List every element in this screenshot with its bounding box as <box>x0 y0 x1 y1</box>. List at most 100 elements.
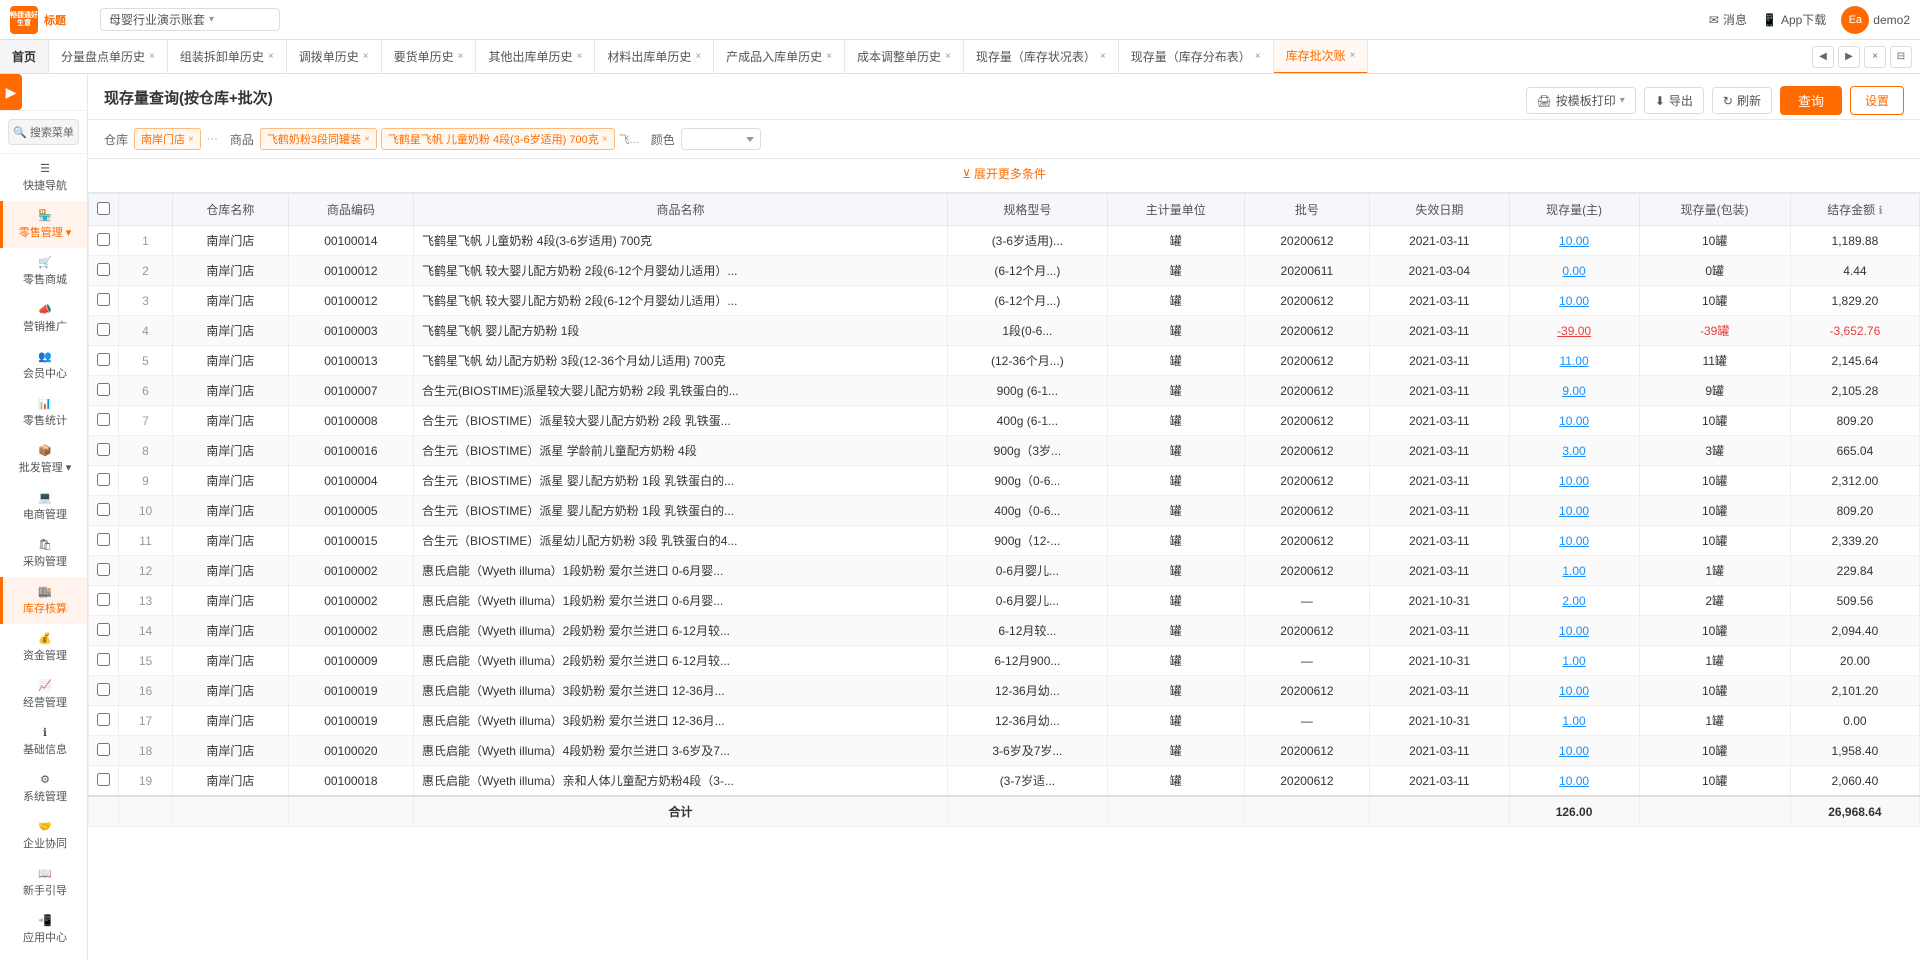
product-tag-2[interactable]: 飞鹤星飞帆 儿童奶粉 4段(3-6岁适用) 700克 × <box>381 128 615 150</box>
tab-1[interactable]: 分量盘点单历史 × <box>49 40 168 74</box>
tab-9[interactable]: 现存量（库存状况表） × <box>964 40 1119 74</box>
row-checkbox[interactable] <box>97 653 110 666</box>
tab-7[interactable]: 产成品入库单历史 × <box>714 40 845 74</box>
row-checkbox[interactable] <box>97 623 110 636</box>
company-select[interactable]: 母婴行业演示账套 ▾ <box>100 8 280 31</box>
tab-home[interactable]: 首页 <box>0 40 49 74</box>
product-tag-1[interactable]: 飞鹤奶粉3段同罐装 × <box>260 128 377 150</box>
sidebar-item-basic[interactable]: ℹ 基础信息 <box>0 718 87 765</box>
select-all-checkbox[interactable] <box>97 202 110 215</box>
sidebar-item-retail-stats[interactable]: 📊 零售统计 <box>0 389 87 436</box>
cell-stock-main[interactable]: 1.00 <box>1509 556 1639 586</box>
color-select[interactable] <box>681 128 761 150</box>
tab-6-close[interactable]: × <box>695 51 701 62</box>
sidebar-nav-btn[interactable]: ☰ 快捷导航 <box>0 154 87 201</box>
tab-1-close[interactable]: × <box>149 51 155 62</box>
cell-stock-main[interactable]: 10.00 <box>1509 736 1639 766</box>
row-checkbox[interactable] <box>97 773 110 786</box>
row-checkbox[interactable] <box>97 323 110 336</box>
sidebar-item-retail[interactable]: 🏪 零售管理 ▾ <box>0 201 87 248</box>
tab-8-close[interactable]: × <box>945 51 951 62</box>
sidebar-item-system[interactable]: ⚙ 系统管理 <box>0 765 87 812</box>
cell-stock-main[interactable]: 10.00 <box>1509 406 1639 436</box>
cell-stock-main[interactable]: 10.00 <box>1509 526 1639 556</box>
cell-stock-main[interactable]: 10.00 <box>1509 676 1639 706</box>
sidebar-item-marketing[interactable]: 📣 营销推广 <box>0 295 87 342</box>
row-checkbox[interactable] <box>97 683 110 696</box>
row-checkbox[interactable] <box>97 383 110 396</box>
tab-2[interactable]: 组装拆卸单历史 × <box>168 40 287 74</box>
row-checkbox[interactable] <box>97 593 110 606</box>
warehouse-tag-1-close[interactable]: × <box>188 134 194 145</box>
tabs-next-btn[interactable]: ▶ <box>1838 46 1860 68</box>
cell-stock-main[interactable]: 10.00 <box>1509 286 1639 316</box>
cell-stock-main[interactable]: 11.00 <box>1509 346 1639 376</box>
cell-stock-main[interactable]: 10.00 <box>1509 496 1639 526</box>
row-checkbox[interactable] <box>97 563 110 576</box>
export-btn[interactable]: ⬇ 导出 <box>1644 87 1704 114</box>
tab-4-close[interactable]: × <box>458 51 464 62</box>
tab-7-close[interactable]: × <box>826 51 832 62</box>
cell-stock-main[interactable]: 3.00 <box>1509 436 1639 466</box>
tab-5[interactable]: 其他出库单历史 × <box>476 40 595 74</box>
cell-stock-main[interactable]: 10.00 <box>1509 766 1639 797</box>
tab-11-close[interactable]: × <box>1350 50 1356 61</box>
refresh-btn[interactable]: ↻ 刷新 <box>1712 87 1772 114</box>
tab-4[interactable]: 要货单历史 × <box>382 40 477 74</box>
balance-info-icon[interactable]: ℹ <box>1878 205 1882 217</box>
sidebar-item-purchase[interactable]: 🛍 采购管理 <box>0 530 87 577</box>
sidebar-item-mall[interactable]: 🛒 零售商城 <box>0 248 87 295</box>
cell-stock-main[interactable]: 2.00 <box>1509 586 1639 616</box>
product-tag-2-close[interactable]: × <box>602 134 608 145</box>
query-btn[interactable]: 查询 <box>1780 86 1842 115</box>
sidebar-toggle-btn[interactable]: ▶ <box>0 74 22 110</box>
row-checkbox[interactable] <box>97 413 110 426</box>
row-checkbox[interactable] <box>97 233 110 246</box>
sidebar-item-wechat[interactable]: 💬 企业微信 <box>0 953 87 960</box>
message-btn[interactable]: ✉ 消息 <box>1709 11 1747 28</box>
expand-btn[interactable]: ⊻ 展开更多条件 <box>962 165 1046 182</box>
tabs-close-btn[interactable]: × <box>1864 46 1886 68</box>
row-checkbox[interactable] <box>97 713 110 726</box>
row-checkbox[interactable] <box>97 293 110 306</box>
tab-3-close[interactable]: × <box>363 51 369 62</box>
sidebar-item-finance[interactable]: 💰 资金管理 <box>0 624 87 671</box>
cell-stock-main[interactable]: 10.00 <box>1509 616 1639 646</box>
tab-9-close[interactable]: × <box>1100 51 1106 62</box>
sidebar-item-collab[interactable]: 🤝 企业协同 <box>0 812 87 859</box>
row-checkbox[interactable] <box>97 503 110 516</box>
cell-stock-main[interactable]: 1.00 <box>1509 646 1639 676</box>
tab-2-close[interactable]: × <box>268 51 274 62</box>
sidebar-item-appcenter[interactable]: 📲 应用中心 <box>0 906 87 953</box>
search-menu-btn[interactable]: 🔍 搜索菜单 <box>8 119 79 145</box>
tab-10-close[interactable]: × <box>1255 51 1261 62</box>
tab-3[interactable]: 调拨单历史 × <box>287 40 382 74</box>
tabs-menu-btn[interactable]: ⊟ <box>1890 46 1912 68</box>
tab-5-close[interactable]: × <box>576 51 582 62</box>
sidebar-item-guide[interactable]: 📖 新手引导 <box>0 859 87 906</box>
sidebar-item-wholesale[interactable]: 📦 批发管理 ▾ <box>0 436 87 483</box>
cell-stock-main[interactable]: 10.00 <box>1509 226 1639 256</box>
cell-stock-main[interactable]: 9.00 <box>1509 376 1639 406</box>
cell-stock-main[interactable]: 0.00 <box>1509 256 1639 286</box>
cell-stock-main[interactable]: 1.00 <box>1509 706 1639 736</box>
user-area[interactable]: Ea demo2 <box>1841 6 1910 34</box>
tabs-prev-btn[interactable]: ◀ <box>1812 46 1834 68</box>
sidebar-item-inventory[interactable]: 🏬 库存核算 <box>0 577 87 624</box>
row-checkbox[interactable] <box>97 743 110 756</box>
settings-btn[interactable]: 设置 <box>1850 86 1904 115</box>
row-checkbox[interactable] <box>97 533 110 546</box>
row-checkbox[interactable] <box>97 443 110 456</box>
cell-stock-main[interactable]: -39.00 <box>1509 316 1639 346</box>
app-download-btn[interactable]: 📱 App下载 <box>1762 11 1826 28</box>
sidebar-item-ecommerce[interactable]: 💻 电商管理 <box>0 483 87 530</box>
row-checkbox[interactable] <box>97 353 110 366</box>
cell-stock-main[interactable]: 10.00 <box>1509 466 1639 496</box>
print-btn[interactable]: 🖨 按模板打印 ▾ <box>1526 87 1636 114</box>
row-checkbox[interactable] <box>97 263 110 276</box>
warehouse-tag-1[interactable]: 南岸门店 × <box>134 128 201 150</box>
tab-11[interactable]: 库存批次账 × <box>1274 40 1369 74</box>
tab-8[interactable]: 成本调整单历史 × <box>845 40 964 74</box>
tab-6[interactable]: 材料出库单历史 × <box>595 40 714 74</box>
product-tag-1-close[interactable]: × <box>364 134 370 145</box>
